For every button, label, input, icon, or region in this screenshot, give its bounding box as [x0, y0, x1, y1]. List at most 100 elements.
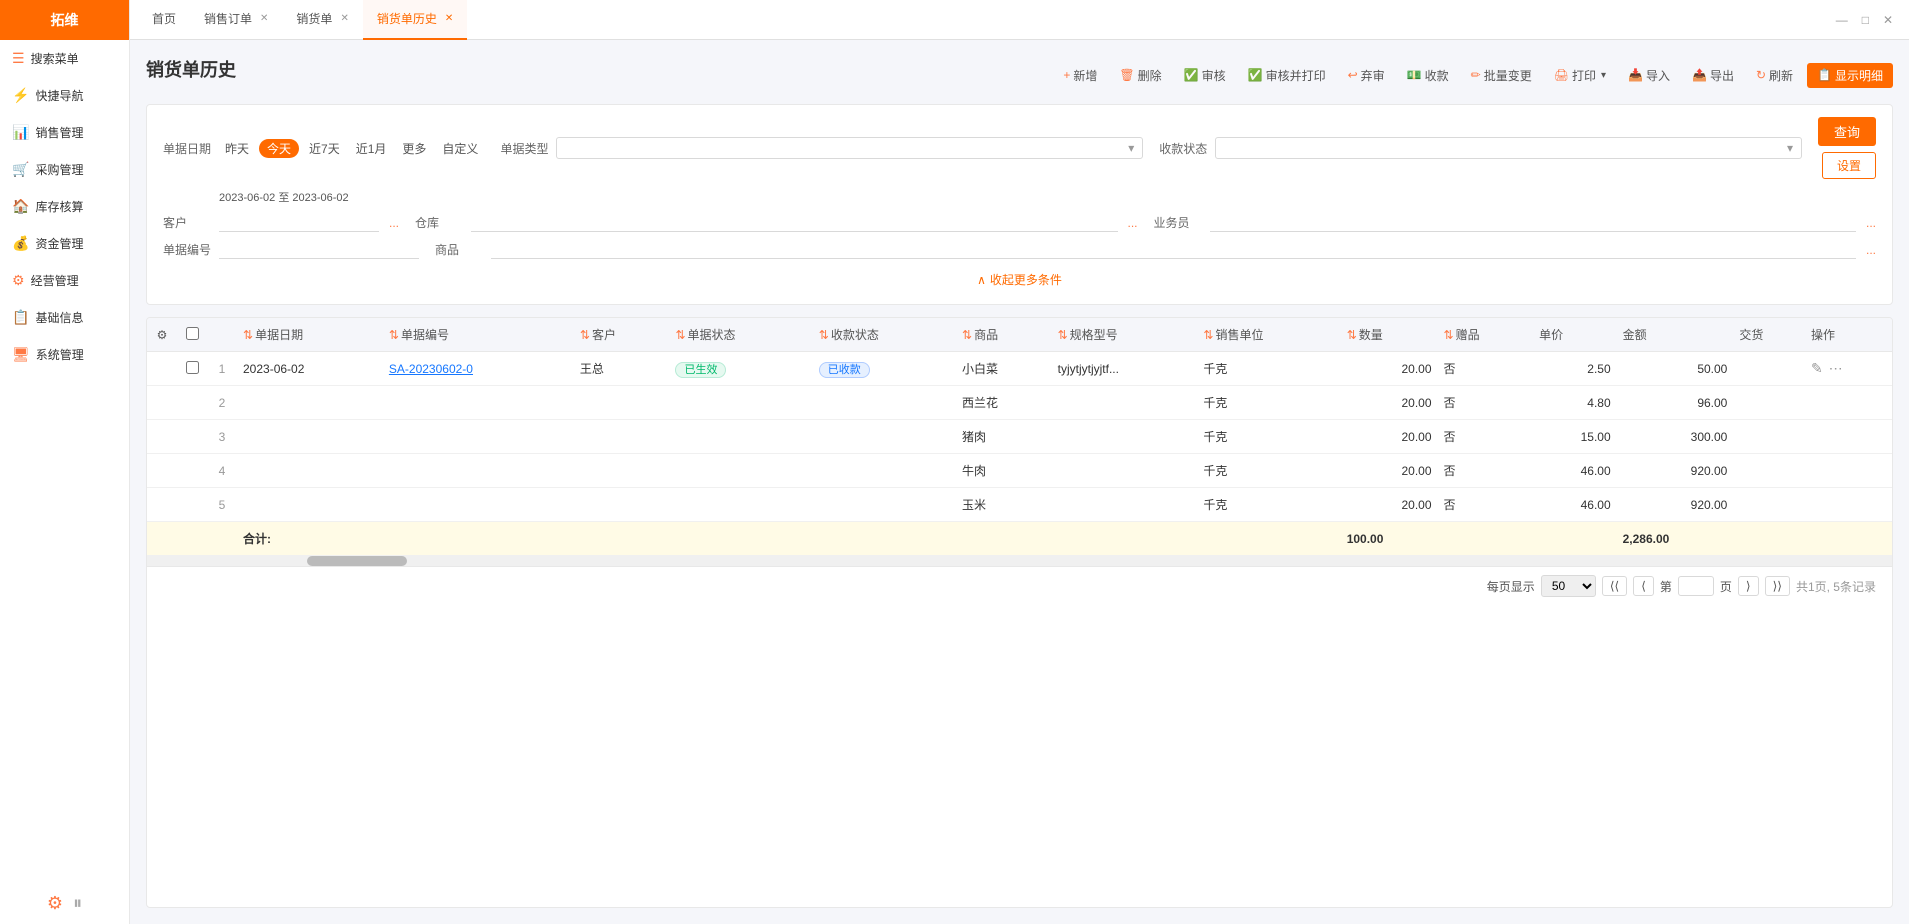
- export-button[interactable]: 📤 导出: [1684, 63, 1742, 88]
- warehouse-ellipsis-icon[interactable]: ...: [1128, 216, 1138, 230]
- table-row: 2 西兰花 千克 20.00 否 4.80 96.00: [147, 386, 1892, 420]
- sidebar-item-basic-info[interactable]: 📋 基础信息: [0, 299, 129, 336]
- quick-nav-icon: ⚡: [12, 87, 29, 104]
- date-tag-yesterday[interactable]: 昨天: [219, 139, 255, 158]
- sidebar-item-system-mgmt[interactable]: 🖥 系统管理: [0, 336, 129, 373]
- sort-quantity-icon: ⇅: [1347, 328, 1357, 342]
- page-number-input[interactable]: 1: [1678, 576, 1714, 596]
- staff-ellipsis-icon[interactable]: ...: [1866, 216, 1876, 230]
- set-button[interactable]: 设置: [1822, 152, 1876, 179]
- sidebar-collapse-icon[interactable]: ⏸: [73, 893, 82, 914]
- tab-sales-delivery[interactable]: 销货单 ✕: [282, 0, 362, 40]
- filter-goods-input[interactable]: [491, 240, 1856, 259]
- maximize-button[interactable]: □: [1858, 11, 1873, 29]
- select-all-checkbox[interactable]: [186, 327, 199, 340]
- col-amount: 金额: [1617, 318, 1734, 352]
- date-tag-custom[interactable]: 自定义: [436, 139, 484, 158]
- collapse-icon: ∧: [977, 273, 986, 287]
- page-size-select[interactable]: 50 100: [1541, 575, 1596, 597]
- tab-sales-delivery-close[interactable]: ✕: [340, 13, 348, 24]
- edit-icon[interactable]: ✎: [1811, 360, 1823, 377]
- filter-payment-select[interactable]: ▾: [1215, 137, 1802, 159]
- col-gear[interactable]: ⚙: [147, 318, 177, 352]
- tab-sales-order-close[interactable]: ✕: [260, 13, 268, 24]
- filter-customer-input[interactable]: [219, 213, 379, 232]
- prev-page-button[interactable]: ⟨: [1633, 576, 1654, 596]
- doc-no-link[interactable]: SA-20230602-0: [389, 362, 473, 376]
- sidebar-item-purchase-mgmt[interactable]: 🛒 采购管理: [0, 151, 129, 188]
- audit-button[interactable]: ✅ 审核: [1176, 63, 1234, 88]
- collapse-button[interactable]: ∧ 收起更多条件: [163, 267, 1876, 292]
- sidebar-settings-icon[interactable]: ⚙: [47, 893, 63, 914]
- print-button[interactable]: 🖨 打印: [1546, 63, 1614, 88]
- audit-print-button[interactable]: ✅ 审核并打印: [1240, 63, 1334, 88]
- sidebar-item-sales-mgmt[interactable]: 📊 销售管理: [0, 114, 129, 151]
- query-button[interactable]: 查询: [1818, 117, 1876, 146]
- tab-sales-history[interactable]: 销货单历史 ✕: [363, 0, 467, 40]
- sidebar-item-quick-nav[interactable]: ⚡ 快捷导航: [0, 77, 129, 114]
- add-button[interactable]: + 新增: [1055, 63, 1105, 88]
- row-checkbox[interactable]: [177, 420, 207, 454]
- table-row: 3 猪肉 千克 20.00 否 15.00 300.00: [147, 420, 1892, 454]
- tab-home[interactable]: 首页: [138, 0, 190, 40]
- title-toolbar-row: 销货单历史 + 新增 🗑 删除 ✅ 审核 ✅ 审核并打印: [146, 56, 1893, 94]
- col-unit[interactable]: ⇅销售单位: [1197, 318, 1340, 352]
- date-tag-today[interactable]: 今天: [259, 139, 299, 158]
- scrollbar-thumb[interactable]: [307, 556, 407, 566]
- filter-doctype-select[interactable]: ▾: [556, 137, 1143, 159]
- date-tag-more[interactable]: 更多: [396, 139, 432, 158]
- batch-change-button[interactable]: ✏ 批量变更: [1463, 63, 1540, 88]
- last-page-button[interactable]: ⟩⟩: [1765, 576, 1790, 596]
- show-details-button[interactable]: 📋 显示明细: [1807, 63, 1893, 88]
- col-checkbox[interactable]: [177, 318, 207, 352]
- date-tag-1month[interactable]: 近1月: [350, 139, 393, 158]
- filter-docno-input[interactable]: [219, 240, 419, 259]
- filter-warehouse-input[interactable]: [471, 213, 1117, 232]
- customer-ellipsis-icon[interactable]: ...: [389, 216, 399, 230]
- row-checkbox[interactable]: [177, 488, 207, 522]
- discard-button[interactable]: ↩ 弃审: [1340, 63, 1393, 88]
- col-customer[interactable]: ⇅客户: [574, 318, 670, 352]
- col-date[interactable]: ⇅单据日期: [237, 318, 383, 352]
- inventory-icon: 🏠: [12, 198, 29, 215]
- date-tag-7days[interactable]: 近7天: [303, 139, 346, 158]
- tab-sales-order[interactable]: 销售订单 ✕: [190, 0, 282, 40]
- row-checkbox[interactable]: [177, 386, 207, 420]
- delete-button[interactable]: 🗑 删除: [1111, 63, 1169, 88]
- sidebar-item-operations-mgmt[interactable]: ⚙ 经营管理: [0, 262, 129, 299]
- filter-staff-input[interactable]: [1210, 213, 1856, 232]
- collect-button[interactable]: 💵 收款: [1399, 63, 1457, 88]
- filter-customer-item: 客户 ...: [163, 213, 399, 232]
- filter-area: 单据日期 昨天 今天 近7天 近1月 更多 自定义 单据类型 ▾: [146, 104, 1893, 305]
- sidebar-item-inventory[interactable]: 🏠 库存核算: [0, 188, 129, 225]
- horizontal-scrollbar[interactable]: [147, 556, 1892, 566]
- row-checkbox[interactable]: [177, 454, 207, 488]
- row-num: 4: [207, 454, 237, 488]
- first-page-button[interactable]: ⟨⟨: [1602, 576, 1627, 596]
- import-button[interactable]: 📥 导入: [1620, 63, 1678, 88]
- col-quantity[interactable]: ⇅数量: [1341, 318, 1438, 352]
- sidebar-item-finance-mgmt[interactable]: 💰 资金管理: [0, 225, 129, 262]
- row-quantity: 20.00: [1341, 488, 1438, 522]
- goods-ellipsis-icon[interactable]: ...: [1866, 243, 1876, 257]
- tab-sales-history-label: 销货单历史: [377, 10, 437, 27]
- toolbar: + 新增 🗑 删除 ✅ 审核 ✅ 审核并打印 ↩ 弃审: [1055, 63, 1893, 88]
- tab-sales-history-close[interactable]: ✕: [445, 13, 453, 24]
- more-icon[interactable]: ⋯: [1829, 360, 1843, 377]
- col-docno[interactable]: ⇅单据编号: [383, 318, 574, 352]
- refresh-button[interactable]: ↻ 刷新: [1748, 63, 1801, 88]
- col-paymentstatus[interactable]: ⇅收款状态: [813, 318, 956, 352]
- total-label: 合计:: [237, 522, 383, 556]
- row-checkbox[interactable]: [177, 352, 207, 386]
- col-docstatus[interactable]: ⇅单据状态: [669, 318, 812, 352]
- col-spec[interactable]: ⇅规格型号: [1052, 318, 1198, 352]
- close-button[interactable]: ✕: [1879, 11, 1897, 29]
- page-label: 页: [1720, 578, 1732, 595]
- row-goods: 小白菜: [956, 352, 1052, 386]
- row-paymentstatus: [813, 454, 956, 488]
- col-goods[interactable]: ⇅商品: [956, 318, 1052, 352]
- next-page-button[interactable]: ⟩: [1738, 576, 1759, 596]
- minimize-button[interactable]: —: [1832, 11, 1852, 29]
- col-gift[interactable]: ⇅赠品: [1438, 318, 1534, 352]
- sidebar-item-search-menu[interactable]: ☰ 搜索菜单: [0, 40, 129, 77]
